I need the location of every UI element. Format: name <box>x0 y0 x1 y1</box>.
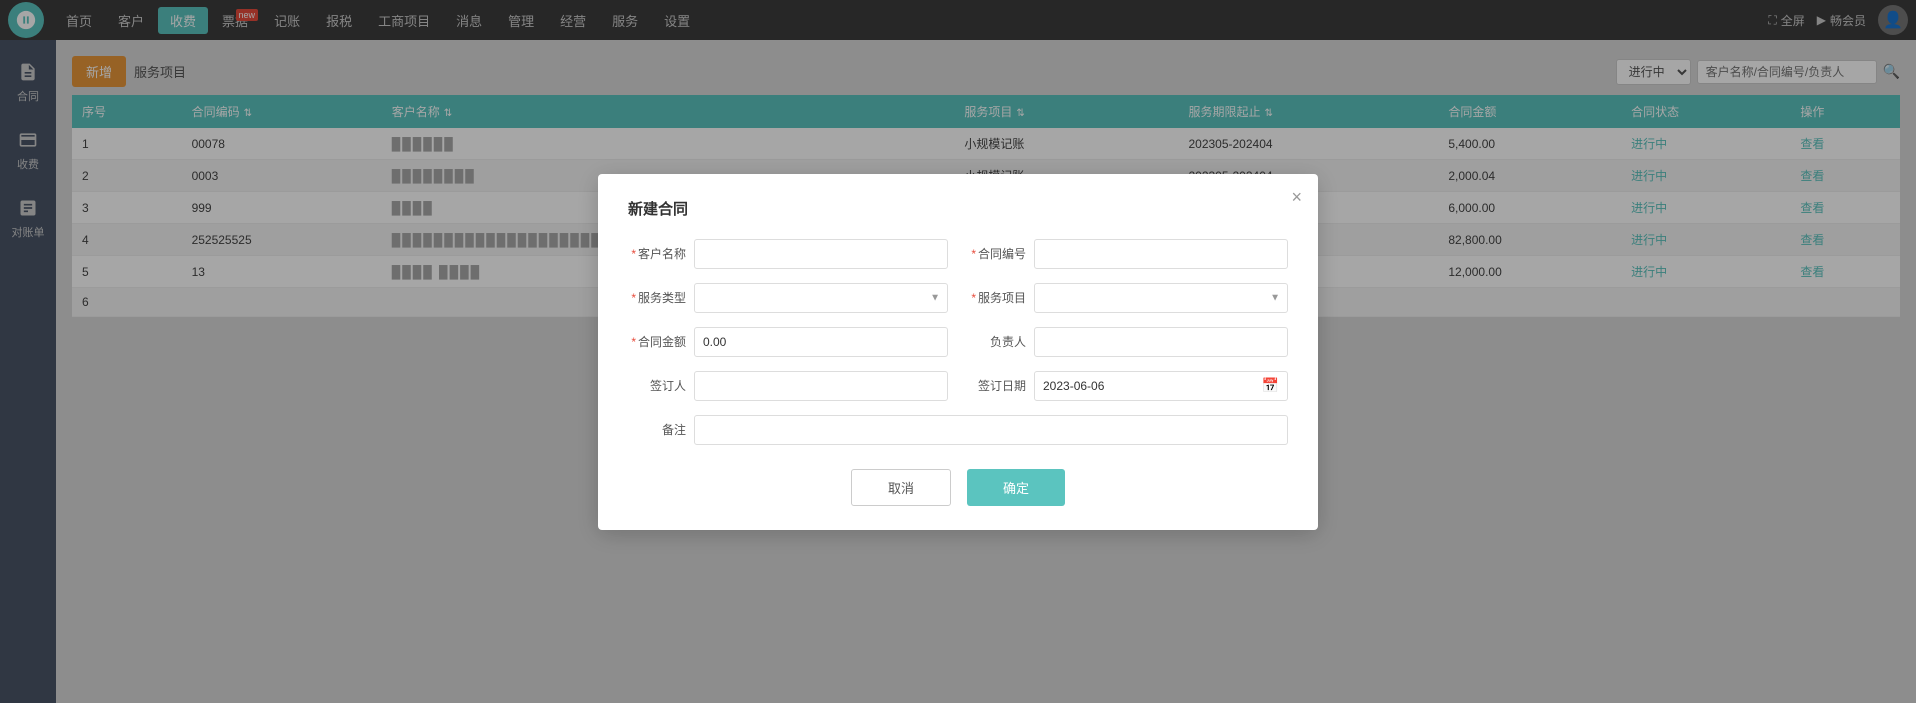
new-contract-modal: 新建合同 × *客户名称 *合同编号 *服务类型 <box>598 174 1318 530</box>
service-item-select[interactable] <box>1034 283 1288 313</box>
service-type-label: *服务类型 <box>628 289 686 306</box>
confirm-button[interactable]: 确定 <box>967 469 1065 506</box>
customer-name-input[interactable] <box>694 239 948 269</box>
sign-date-wrapper: 📅 <box>1034 371 1288 401</box>
field-service-type: *服务类型 ▼ <box>628 283 948 313</box>
cancel-button[interactable]: 取消 <box>851 469 951 506</box>
service-type-wrapper: ▼ <box>694 283 948 313</box>
contract-no-input[interactable] <box>1034 239 1288 269</box>
field-contract-amount: *合同金额 <box>628 327 948 357</box>
field-customer-name: *客户名称 <box>628 239 948 269</box>
contract-amount-input[interactable] <box>694 327 948 357</box>
modal-footer: 取消 确定 <box>628 469 1288 506</box>
field-signer: 签订人 <box>628 371 948 401</box>
contract-no-label: *合同编号 <box>968 245 1026 262</box>
calendar-button[interactable]: 📅 <box>1254 377 1287 394</box>
field-service-item: *服务项目 ▼ <box>968 283 1288 313</box>
field-sign-date: 签订日期 📅 <box>968 371 1288 401</box>
contract-amount-label: *合同金额 <box>628 333 686 350</box>
responsible-input[interactable] <box>1034 327 1288 357</box>
modal-overlay: 新建合同 × *客户名称 *合同编号 *服务类型 <box>0 0 1916 703</box>
signer-input[interactable] <box>694 371 948 401</box>
form-grid: *客户名称 *合同编号 *服务类型 ▼ <box>628 239 1288 445</box>
modal-title: 新建合同 <box>628 198 1288 219</box>
remark-input[interactable] <box>694 415 1288 445</box>
field-responsible: 负责人 <box>968 327 1288 357</box>
signer-label: 签订人 <box>628 377 686 394</box>
service-type-select[interactable] <box>694 283 948 313</box>
customer-name-label: *客户名称 <box>628 245 686 262</box>
service-item-wrapper: ▼ <box>1034 283 1288 313</box>
field-remark: 备注 <box>628 415 1288 445</box>
sign-date-label: 签订日期 <box>968 377 1026 394</box>
remark-label: 备注 <box>628 421 686 438</box>
calendar-icon: 📅 <box>1262 377 1279 394</box>
sign-date-input[interactable] <box>1035 373 1254 399</box>
responsible-label: 负责人 <box>968 333 1026 350</box>
modal-close-button[interactable]: × <box>1291 188 1302 206</box>
service-item-label: *服务项目 <box>968 289 1026 306</box>
field-contract-no: *合同编号 <box>968 239 1288 269</box>
